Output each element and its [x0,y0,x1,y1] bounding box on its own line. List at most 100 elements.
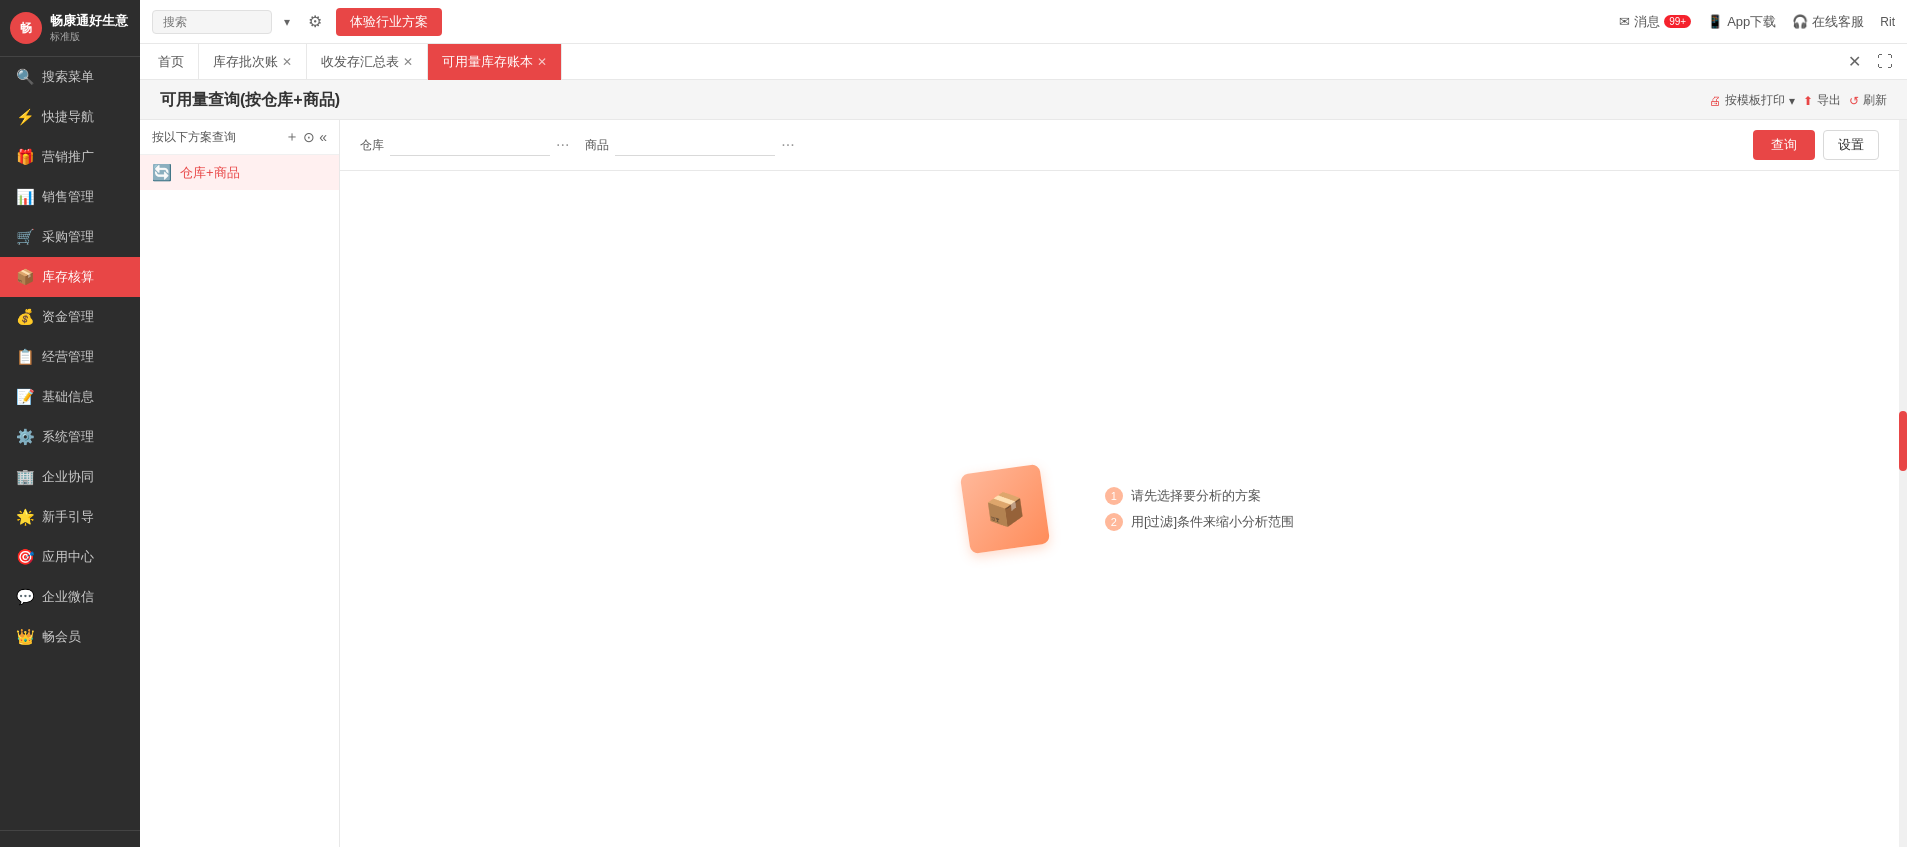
tab-receipt_summary[interactable]: 收发存汇总表✕ [307,44,428,80]
filter-product-input[interactable] [615,135,775,156]
left-panel-header: 按以下方案查询 ＋ ⊙ « [140,120,339,155]
tabs-right-buttons: ✕ ⛶ [1842,50,1907,73]
empty-hint-1: 1 请先选择要分析的方案 [1105,487,1294,505]
page-title: 可用量查询(按仓库+商品) [160,90,340,111]
topbar-customer-service-btn[interactable]: 🎧 在线客服 [1792,13,1864,31]
add-scheme-btn[interactable]: ＋ [285,128,299,146]
sidebar-item-operations[interactable]: 📋 经营管理 [0,337,140,377]
sidebar-item-label: 资金管理 [42,308,94,326]
sidebar-bottom [0,830,140,847]
left-panel-icons: ＋ ⊙ « [285,128,327,146]
sidebar-item-member[interactable]: 👑 畅会员 [0,617,140,657]
sidebar-item-label: 搜索菜单 [42,68,94,86]
message-badge: 99+ [1664,15,1691,28]
scheme-item-warehouse-product[interactable]: 🔄 仓库+商品 [140,155,339,190]
refresh-btn[interactable]: ↺ 刷新 [1849,92,1887,109]
tab-close-icon[interactable]: ✕ [282,55,292,69]
left-panel: 按以下方案查询 ＋ ⊙ « 🔄 仓库+商品 [140,120,340,847]
sidebar-item-label: 畅会员 [42,628,81,646]
sidebar-item-label: 快捷导航 [42,108,94,126]
filter-actions: 查询 设置 [1753,130,1879,160]
topbar-app-download-btn[interactable]: 📱 App下载 [1707,13,1776,31]
tab-home[interactable]: 首页 [144,44,199,80]
chevron-down-icon: ▾ [1789,94,1795,108]
sidebar-item-system[interactable]: ⚙️ 系统管理 [0,417,140,457]
topbar-gear-btn[interactable]: ⚙ [302,10,328,33]
sidebar-item-label: 采购管理 [42,228,94,246]
empty-hint-2: 2 用[过滤]条件来缩小分析范围 [1105,513,1294,531]
right-scrollbar[interactable] [1899,120,1907,847]
scheme-label: 仓库+商品 [180,164,240,182]
settings-scheme-btn[interactable]: ⊙ [303,128,315,146]
enterprise-icon: 🏢 [16,468,34,486]
sidebar-item-sales[interactable]: 📊 销售管理 [0,177,140,217]
sidebar-item-label: 基础信息 [42,388,94,406]
app-download-label: App下载 [1727,13,1776,31]
tab-close-icon[interactable]: ✕ [403,55,413,69]
filter-warehouse: 仓库 ··· [360,135,569,156]
export-btn[interactable]: ⬆ 导出 [1803,92,1841,109]
sidebar-item-newbie[interactable]: 🌟 新手引导 [0,497,140,537]
refresh-icon: ↺ [1849,94,1859,108]
sidebar-item-label: 应用中心 [42,548,94,566]
filter-warehouse-input[interactable] [390,135,550,156]
filter-bar: 仓库 ··· 商品 ··· 查询 设置 [340,120,1899,171]
query-button[interactable]: 查询 [1753,130,1815,160]
tab-label: 首页 [158,53,184,71]
tabs-close-btn[interactable]: ✕ [1842,50,1867,73]
shortcut-icon: ⚡ [16,108,34,126]
sidebar-title-block: 畅康通好生意 标准版 [50,12,128,44]
tab-batch_account[interactable]: 库存批次账✕ [199,44,307,80]
sidebar-item-shortcut[interactable]: ⚡ 快捷导航 [0,97,140,137]
newbie-icon: 🌟 [16,508,34,526]
sidebar-item-search[interactable]: 🔍 搜索菜单 [0,57,140,97]
sidebar-item-purchase[interactable]: 🛒 采购管理 [0,217,140,257]
hint-text-2: 用[过滤]条件来缩小分析范围 [1131,513,1294,531]
topbar-search-input[interactable] [152,10,272,34]
sidebar-item-marketing[interactable]: 🎁 营销推广 [0,137,140,177]
content-area: 按以下方案查询 ＋ ⊙ « 🔄 仓库+商品 仓库 ··· [140,120,1907,847]
sidebar-item-label: 营销推广 [42,148,94,166]
tab-close-icon[interactable]: ✕ [537,55,547,69]
tabs-expand-btn[interactable]: ⛶ [1871,51,1899,73]
sidebar-subtitle: 标准版 [50,30,128,44]
filter-product-more-btn[interactable]: ··· [781,136,794,154]
tab-available_qty[interactable]: 可用量库存账本 ✕ [428,44,562,80]
operations-icon: 📋 [16,348,34,366]
filter-warehouse-more-btn[interactable]: ··· [556,136,569,154]
sidebar-item-inventory[interactable]: 📦 库存核算 [0,257,140,297]
headset-icon: 🎧 [1792,14,1808,29]
message-icon: ✉ [1619,14,1630,29]
main-area: ▾ ⚙ 体验行业方案 ✉ 消息 99+ 📱 App下载 🎧 在线客服 Rit 首… [140,0,1907,847]
appstore-icon: 🎯 [16,548,34,566]
sidebar-item-enterprise[interactable]: 🏢 企业协同 [0,457,140,497]
left-panel-title: 按以下方案查询 [152,129,236,146]
print-template-btn[interactable]: 🖨 按模板打印 ▾ [1709,92,1795,109]
finance-icon: 💰 [16,308,34,326]
sidebar-item-label: 销售管理 [42,188,94,206]
topbar: ▾ ⚙ 体验行业方案 ✉ 消息 99+ 📱 App下载 🎧 在线客服 Rit [140,0,1907,44]
filter-warehouse-label: 仓库 [360,137,384,154]
sidebar-item-label: 新手引导 [42,508,94,526]
sidebar-item-appstore[interactable]: 🎯 应用中心 [0,537,140,577]
filter-settings-button[interactable]: 设置 [1823,130,1879,160]
tab-label: 可用量库存账本 [442,53,533,71]
sidebar-item-wechat[interactable]: 💬 企业微信 [0,577,140,617]
wechat-icon: 💬 [16,588,34,606]
sidebar-title: 畅康通好生意 [50,12,128,30]
topbar-dropdown-btn[interactable]: ▾ [280,13,294,31]
collapse-panel-btn[interactable]: « [319,128,327,146]
hint-text-1: 请先选择要分析的方案 [1131,487,1261,505]
empty-hints: 1 请先选择要分析的方案 2 用[过滤]条件来缩小分析范围 [1105,487,1294,531]
empty-state: 📦 1 请先选择要分析的方案 2 用[过滤]条件来缩小分析范围 [340,171,1899,847]
topbar-industry-button[interactable]: 体验行业方案 [336,8,442,36]
sidebar-item-finance[interactable]: 💰 资金管理 [0,297,140,337]
topbar-message-btn[interactable]: ✉ 消息 99+ [1619,13,1691,31]
hint-num-2: 2 [1105,513,1123,531]
phone-icon: 📱 [1707,14,1723,29]
sidebar-item-label: 企业协同 [42,468,94,486]
sidebar-item-label: 企业微信 [42,588,94,606]
sidebar-item-basic[interactable]: 📝 基础信息 [0,377,140,417]
topbar-user[interactable]: Rit [1880,15,1895,29]
tabs-bar: 首页库存批次账✕收发存汇总表✕ 可用量库存账本 ✕ ✕ ⛶ [140,44,1907,80]
